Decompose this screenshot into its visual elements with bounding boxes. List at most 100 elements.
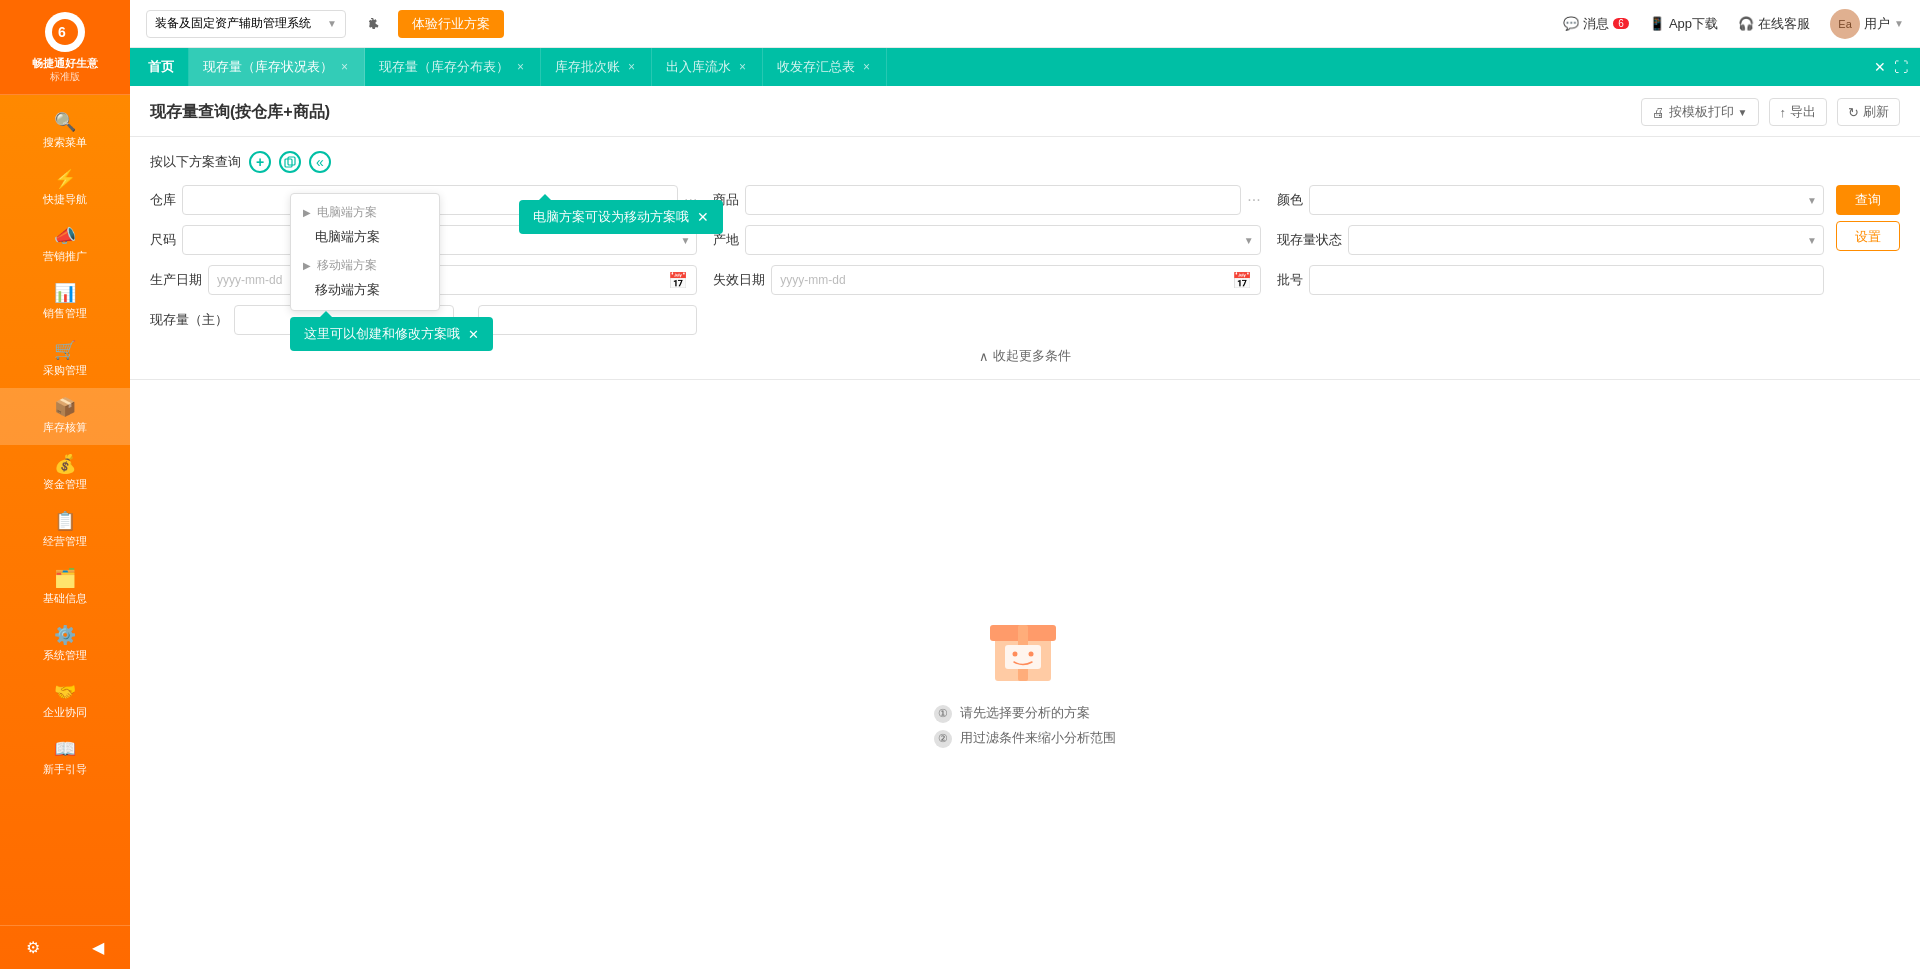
refresh-icon: ↻ xyxy=(1848,105,1859,120)
scheme-item-mobile-label: 移动端方案 xyxy=(315,282,380,297)
tab-inventory-status-close[interactable]: × xyxy=(339,60,350,74)
sidebar-item-purchase[interactable]: 🛒 采购管理 xyxy=(0,331,130,388)
tab-maximize-icon[interactable]: ⛶ xyxy=(1894,59,1908,75)
tab-inout-flow[interactable]: 出入库流水 × xyxy=(652,48,763,86)
prod-date-placeholder: yyyy-mm-dd xyxy=(217,273,282,287)
user-dropdown-icon: ▼ xyxy=(1894,18,1904,29)
user-menu[interactable]: Ea 用户 ▼ xyxy=(1830,9,1904,39)
color-select[interactable]: ▼ xyxy=(1309,185,1824,215)
page-header-top: 现存量查询(按仓库+商品) 🖨 按模板打印 ▼ ↑ 导出 ↻ 刷新 xyxy=(150,98,1900,126)
message-btn[interactable]: 💬 消息 6 xyxy=(1563,15,1629,33)
batch-input[interactable] xyxy=(1309,265,1824,295)
message-badge: 6 xyxy=(1613,18,1629,29)
prod-date-calendar-icon: 📅 xyxy=(668,271,688,290)
avatar-text: Ea xyxy=(1838,18,1851,30)
sidebar: 6 畅捷通好生意 标准版 🔍 搜索菜单 ⚡ 快捷导航 📣 营销推广 📊 销售管理… xyxy=(0,0,130,969)
batch-label: 批号 xyxy=(1277,271,1303,289)
empty-tip-2-text: 用过滤条件来缩小分析范围 xyxy=(960,729,1116,747)
online-support-btn[interactable]: 🎧 在线客服 xyxy=(1738,15,1810,33)
tab-inventory-dist-close[interactable]: × xyxy=(515,60,526,74)
edit-tooltip-close[interactable]: ✕ xyxy=(468,327,479,342)
stock-main-to[interactable] xyxy=(478,305,698,335)
tab-close-all-icon[interactable]: ✕ xyxy=(1874,59,1886,75)
sidebar-item-system[interactable]: ⚙️ 系统管理 xyxy=(0,616,130,673)
filter-action-col: 查询 设置 xyxy=(1824,185,1900,339)
sidebar-item-sales[interactable]: 📊 销售管理 xyxy=(0,274,130,331)
edit-tooltip-text: 这里可以创建和修改方案哦 xyxy=(304,325,460,343)
sidebar-settings-btn[interactable]: ⚙ xyxy=(26,938,40,957)
sidebar-label-sales: 销售管理 xyxy=(43,306,87,321)
app-download-label: App下载 xyxy=(1669,15,1718,33)
marketing-icon: 📣 xyxy=(54,227,76,245)
scheme-group-mobile-label: 移动端方案 xyxy=(317,257,377,274)
sidebar-item-basic[interactable]: 🗂️ 基础信息 xyxy=(0,559,130,616)
sidebar-label-operation: 经营管理 xyxy=(43,534,87,549)
header-left: 装备及固定资产辅助管理系统 ▼ 体验行业方案 xyxy=(146,10,504,38)
filter-color: 颜色 ▼ xyxy=(1277,185,1824,215)
expire-date-input[interactable]: yyyy-mm-dd 📅 xyxy=(771,265,1260,295)
sidebar-item-search[interactable]: 🔍 搜索菜单 xyxy=(0,103,130,160)
sidebar-item-inventory[interactable]: 📦 库存核算 xyxy=(0,388,130,445)
app-download-btn[interactable]: 📱 App下载 xyxy=(1649,15,1718,33)
sidebar-label-basic: 基础信息 xyxy=(43,591,87,606)
filter-add-btn[interactable]: + xyxy=(249,151,271,173)
sidebar-item-finance[interactable]: 💰 资金管理 xyxy=(0,445,130,502)
sales-icon: 📊 xyxy=(54,284,76,302)
tab-inventory-status[interactable]: 现存量（库存状况表） × xyxy=(189,48,365,86)
scheme-tooltip-text: 电脑方案可设为移动方案哦 xyxy=(533,208,689,226)
tab-batch-ledger[interactable]: 库存批次账 × xyxy=(541,48,652,86)
sidebar-collapse-btn[interactable]: ◀ xyxy=(92,938,104,957)
refresh-label: 刷新 xyxy=(1863,103,1889,121)
sidebar-label-inventory: 库存核算 xyxy=(43,420,87,435)
stock-status-label: 现存量状态 xyxy=(1277,231,1342,249)
basic-icon: 🗂️ xyxy=(54,569,76,587)
sidebar-item-quick-nav[interactable]: ⚡ 快捷导航 xyxy=(0,160,130,217)
settings-btn[interactable] xyxy=(358,10,386,38)
industry-btn[interactable]: 体验行业方案 xyxy=(398,10,504,38)
goods-input[interactable] xyxy=(745,185,1241,215)
sidebar-item-guide[interactable]: 📖 新手引导 xyxy=(0,730,130,787)
goods-dots[interactable]: ··· xyxy=(1247,191,1260,209)
tab-recv-total-close[interactable]: × xyxy=(861,60,872,74)
tab-inventory-dist[interactable]: 现存量（库存分布表） × xyxy=(365,48,541,86)
sidebar-label-quicknav: 快捷导航 xyxy=(43,192,87,207)
search-icon: 🔍 xyxy=(54,113,76,131)
sidebar-label-purchase: 采购管理 xyxy=(43,363,87,378)
prod-date-input[interactable]: yyyy-mm-dd 📅 xyxy=(208,265,697,295)
tab-recv-total[interactable]: 收发存汇总表 × xyxy=(763,48,887,86)
scheme-group-pc-label: 电脑端方案 xyxy=(317,204,377,221)
export-label: 导出 xyxy=(1790,103,1816,121)
sidebar-label-coop: 企业协同 xyxy=(43,705,87,720)
system-dropdown[interactable]: 装备及固定资产辅助管理系统 ▼ xyxy=(146,10,346,38)
refresh-btn[interactable]: ↻ 刷新 xyxy=(1837,98,1900,126)
tab-batch-ledger-close[interactable]: × xyxy=(626,60,637,74)
export-icon: ↑ xyxy=(1780,105,1787,120)
filter-copy-btn[interactable] xyxy=(279,151,301,173)
empty-tip-2: ② 用过滤条件来缩小分析范围 xyxy=(934,729,1116,748)
expire-date-calendar-icon: 📅 xyxy=(1232,271,1252,290)
tab-home[interactable]: 首页 xyxy=(134,48,189,86)
origin-select[interactable]: ▼ xyxy=(745,225,1260,255)
sidebar-item-coop[interactable]: 🤝 企业协同 xyxy=(0,673,130,730)
logo-icon: 6 xyxy=(45,12,85,52)
filter-back-btn[interactable]: « xyxy=(309,151,331,173)
export-btn[interactable]: ↑ 导出 xyxy=(1769,98,1828,126)
reset-btn[interactable]: 设置 xyxy=(1836,221,1900,251)
sidebar-item-operation[interactable]: 📋 经营管理 xyxy=(0,502,130,559)
edit-tooltip-arrow xyxy=(320,311,332,317)
query-btn[interactable]: 查询 xyxy=(1836,185,1900,215)
print-btn[interactable]: 🖨 按模板打印 ▼ xyxy=(1641,98,1759,126)
scheme-item-mobile[interactable]: 移动端方案 xyxy=(291,276,439,304)
empty-tips: ① 请先选择要分析的方案 ② 用过滤条件来缩小分析范围 xyxy=(934,704,1116,748)
tab-recv-total-label: 收发存汇总表 xyxy=(777,58,855,76)
page-title: 现存量查询(按仓库+商品) xyxy=(150,102,330,123)
tab-inout-flow-close[interactable]: × xyxy=(737,60,748,74)
stock-status-select[interactable]: ▼ xyxy=(1348,225,1824,255)
scheme-item-pc[interactable]: 电脑端方案 xyxy=(291,223,439,251)
logo-text: 畅捷通好生意 xyxy=(32,56,98,70)
filter-area: 按以下方案查询 + « 电脑方案可设为移动方案哦 ✕ xyxy=(130,137,1920,380)
phone-icon: 📱 xyxy=(1649,16,1665,31)
scheme-tooltip-close[interactable]: ✕ xyxy=(697,209,709,225)
sidebar-item-marketing[interactable]: 📣 营销推广 xyxy=(0,217,130,274)
empty-tip-1: ① 请先选择要分析的方案 xyxy=(934,704,1116,723)
